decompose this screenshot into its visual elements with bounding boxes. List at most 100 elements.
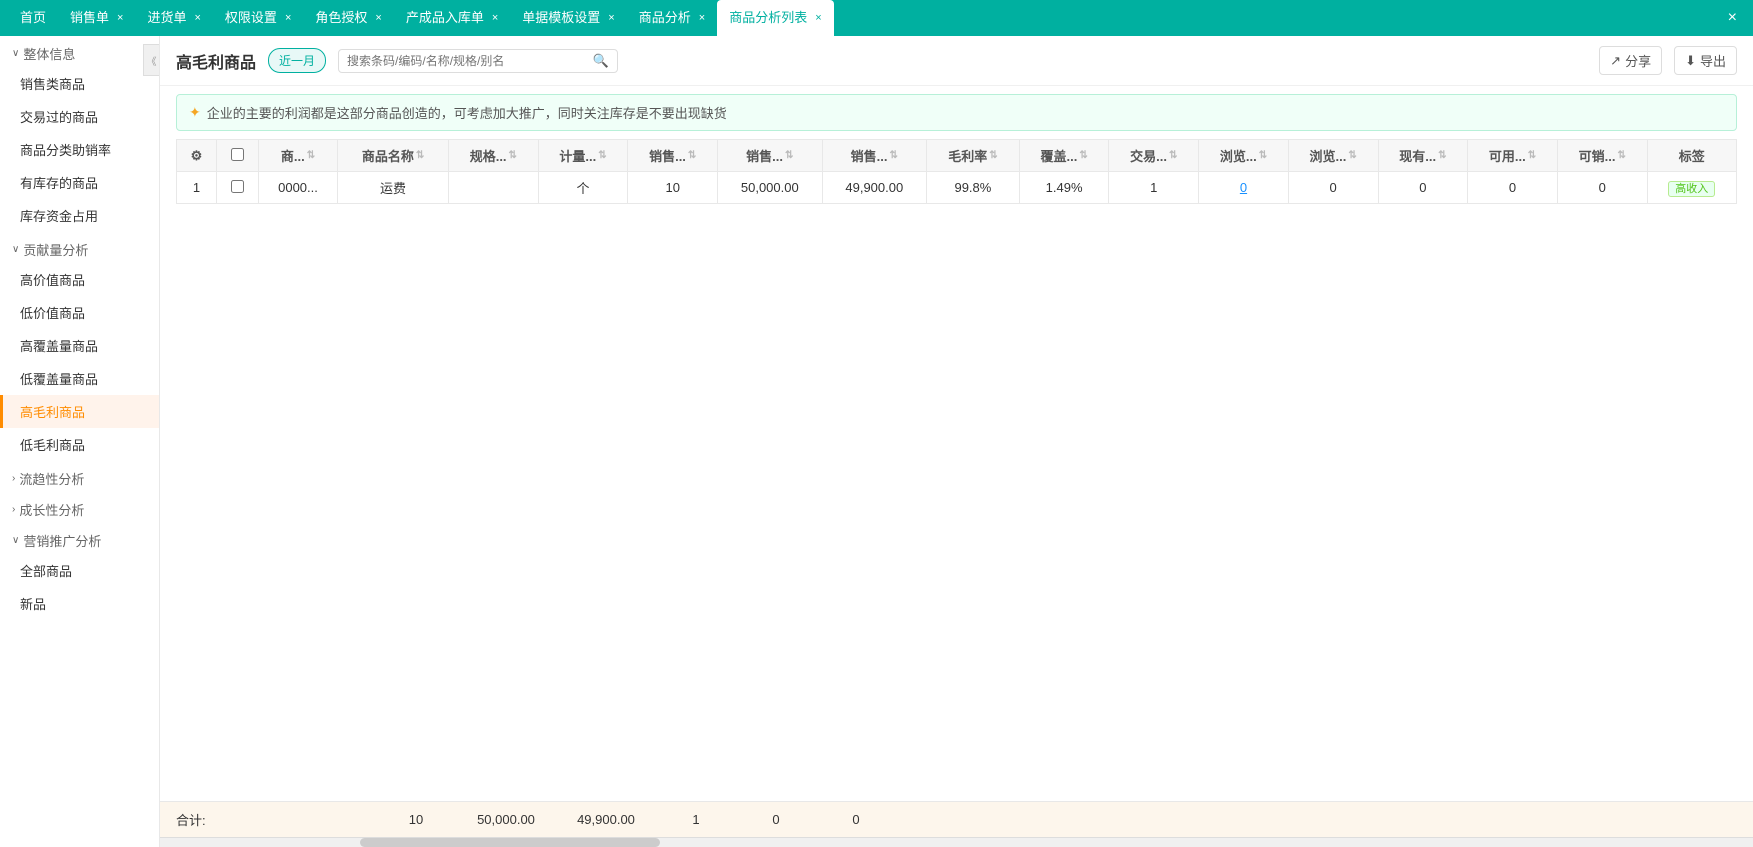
sidebar-item-全部商品[interactable]: 全部商品 (0, 554, 159, 587)
sort-icon: ⇅ (509, 150, 517, 161)
sidebar-item-库存资金占用[interactable]: 库存资金占用 (0, 199, 159, 232)
col-header-spec[interactable]: 规格...⇅ (448, 140, 538, 172)
data-table: ⚙商...⇅商品名称⇅规格...⇅计量...⇅销售...⇅销售...⇅销售...… (176, 139, 1737, 204)
sidebar-section-成长性分析[interactable]: ›成长性分析 (0, 492, 159, 523)
chevron-icon: ∨ (12, 48, 19, 59)
col-header-views2[interactable]: 浏览...⇅ (1288, 140, 1378, 172)
footer-label: 合计: (176, 810, 376, 829)
footer-transactions: 1 (656, 812, 736, 827)
scrollbar-thumb[interactable] (360, 838, 660, 847)
row-available: 0 (1468, 172, 1558, 204)
row-code: 0000... (258, 172, 337, 204)
col-header-salesQty[interactable]: 销售...⇅ (628, 140, 718, 172)
nav-close-icon[interactable]: × (375, 0, 381, 36)
sort-icon: ⇅ (989, 150, 997, 161)
chevron-icon: › (12, 504, 15, 515)
sidebar-item-商品分类助销率[interactable]: 商品分类助销率 (0, 133, 159, 166)
table-container[interactable]: ⚙商...⇅商品名称⇅规格...⇅计量...⇅销售...⇅销售...⇅销售...… (160, 139, 1753, 801)
nav-item-单据模板设置[interactable]: 单据模板设置× (510, 0, 626, 36)
nav-item-角色授权[interactable]: 角色授权× (303, 0, 393, 36)
sidebar-item-高毛利商品[interactable]: 高毛利商品 (0, 395, 159, 428)
sidebar-item-低毛利商品[interactable]: 低毛利商品 (0, 428, 159, 461)
row-views2: 0 (1288, 172, 1378, 204)
sidebar-item-高覆盖量商品[interactable]: 高覆盖量商品 (0, 329, 159, 362)
horizontal-scrollbar[interactable] (160, 837, 1753, 847)
nav-item-产成品入库单[interactable]: 产成品入库单× (394, 0, 510, 36)
sidebar-item-高价值商品[interactable]: 高价值商品 (0, 263, 159, 296)
chevron-icon: ∨ (12, 535, 19, 546)
col-header-grossMargin[interactable]: 毛利率⇅ (927, 140, 1020, 172)
nav-item-权限设置[interactable]: 权限设置× (213, 0, 303, 36)
nav-close-icon[interactable]: × (699, 0, 705, 36)
sidebar-section-流趋性分析[interactable]: ›流趋性分析 (0, 461, 159, 492)
footer-sales-profit: 49,900.00 (556, 812, 656, 827)
col-header-salesProfit[interactable]: 销售...⇅ (822, 140, 927, 172)
chevron-icon: › (12, 473, 15, 484)
chevron-icon: ∨ (12, 244, 19, 255)
filter-recent-month[interactable]: 近一月 (268, 48, 326, 73)
col-header-current[interactable]: 现有...⇅ (1378, 140, 1468, 172)
info-banner-text: 企业的主要的利润都是这部分商品创造的，可考虑加大推广，同时关注库存是不要出现缺货 (207, 103, 727, 122)
row-spec (448, 172, 538, 204)
nav-close-icon[interactable]: × (815, 0, 821, 36)
row-saleable: 0 (1557, 172, 1647, 204)
row-checkbox[interactable] (217, 172, 259, 204)
footer-values: 10 50,000.00 49,900.00 1 0 0 (376, 812, 1737, 827)
nav-item-商品分析列表[interactable]: 商品分析列表× (717, 0, 833, 36)
col-header-tag: 标签 (1647, 140, 1736, 172)
sort-icon: ⇅ (307, 150, 315, 161)
row-sales-amount: 50,000.00 (718, 172, 823, 204)
footer-current: 0 (736, 812, 816, 827)
sort-icon: ⇅ (1348, 150, 1356, 161)
share-button[interactable]: ↗ 分享 (1599, 46, 1662, 75)
footer-summary: 合计: 10 50,000.00 49,900.00 1 0 0 (160, 801, 1753, 837)
select-all-checkbox[interactable] (231, 148, 244, 161)
nav-close-icon[interactable]: × (285, 0, 291, 36)
sort-icon: ⇅ (598, 150, 606, 161)
export-button[interactable]: ⬇ 导出 (1674, 46, 1737, 75)
sort-icon: ⇅ (1079, 150, 1087, 161)
sidebar-section-贡献量分析[interactable]: ∨贡献量分析 (0, 232, 159, 263)
sidebar-section-营销推广分析[interactable]: ∨营销推广分析 (0, 523, 159, 554)
nav-close-icon[interactable]: × (194, 0, 200, 36)
info-icon: ✦ (189, 104, 201, 121)
sidebar-section-整体信息[interactable]: ∨整体信息 (0, 36, 159, 67)
window-close-button[interactable]: × (1720, 9, 1745, 27)
sidebar-item-销售类商品[interactable]: 销售类商品 (0, 67, 159, 100)
nav-item-商品分析[interactable]: 商品分析× (627, 0, 717, 36)
sidebar-item-有库存的商品[interactable]: 有库存的商品 (0, 166, 159, 199)
sort-icon: ⇅ (688, 150, 696, 161)
col-header-code[interactable]: 商...⇅ (258, 140, 337, 172)
nav-item-进货单[interactable]: 进货单× (135, 0, 212, 36)
settings-icon[interactable]: ⚙ (191, 148, 203, 163)
sort-icon: ⇅ (1259, 150, 1267, 161)
nav-item-销售单[interactable]: 销售单× (58, 0, 135, 36)
sidebar-item-低价值商品[interactable]: 低价值商品 (0, 296, 159, 329)
content-area: 高毛利商品 近一月 🔍 ↗ 分享 ⬇ 导出 ✦ 企业的主要的利润都是这部分商品创… (160, 36, 1753, 847)
col-header-name[interactable]: 商品名称⇅ (338, 140, 449, 172)
table-row[interactable]: 10000...运费个1050,000.0049,900.0099.8%1.49… (177, 172, 1737, 204)
sidebar-item-新品[interactable]: 新品 (0, 587, 159, 620)
sidebar-collapse-button[interactable]: 《 (143, 44, 159, 76)
col-header-transactions[interactable]: 交易...⇅ (1109, 140, 1199, 172)
col-header-salesAmount[interactable]: 销售...⇅ (718, 140, 823, 172)
col-header-available[interactable]: 可用...⇅ (1468, 140, 1558, 172)
search-icon[interactable]: 🔍 (593, 53, 609, 69)
row-sales-qty: 10 (628, 172, 718, 204)
sort-icon: ⇅ (890, 150, 898, 161)
sidebar-item-交易过的商品[interactable]: 交易过的商品 (0, 100, 159, 133)
col-header-checkbox (217, 140, 259, 172)
content-header: 高毛利商品 近一月 🔍 ↗ 分享 ⬇ 导出 (160, 36, 1753, 86)
col-header-settings: ⚙ (177, 140, 217, 172)
col-header-views1[interactable]: 浏览...⇅ (1199, 140, 1289, 172)
footer-sales-qty: 10 (376, 812, 456, 827)
search-input[interactable] (347, 54, 593, 68)
col-header-saleable[interactable]: 可销...⇅ (1557, 140, 1647, 172)
col-header-unit[interactable]: 计量...⇅ (538, 140, 628, 172)
nav-close-icon[interactable]: × (608, 0, 614, 36)
sidebar-item-低覆盖量商品[interactable]: 低覆盖量商品 (0, 362, 159, 395)
nav-close-icon[interactable]: × (117, 0, 123, 36)
nav-item-首页[interactable]: 首页 (8, 0, 58, 36)
col-header-coverage[interactable]: 覆盖...⇅ (1019, 140, 1109, 172)
nav-close-icon[interactable]: × (492, 0, 498, 36)
